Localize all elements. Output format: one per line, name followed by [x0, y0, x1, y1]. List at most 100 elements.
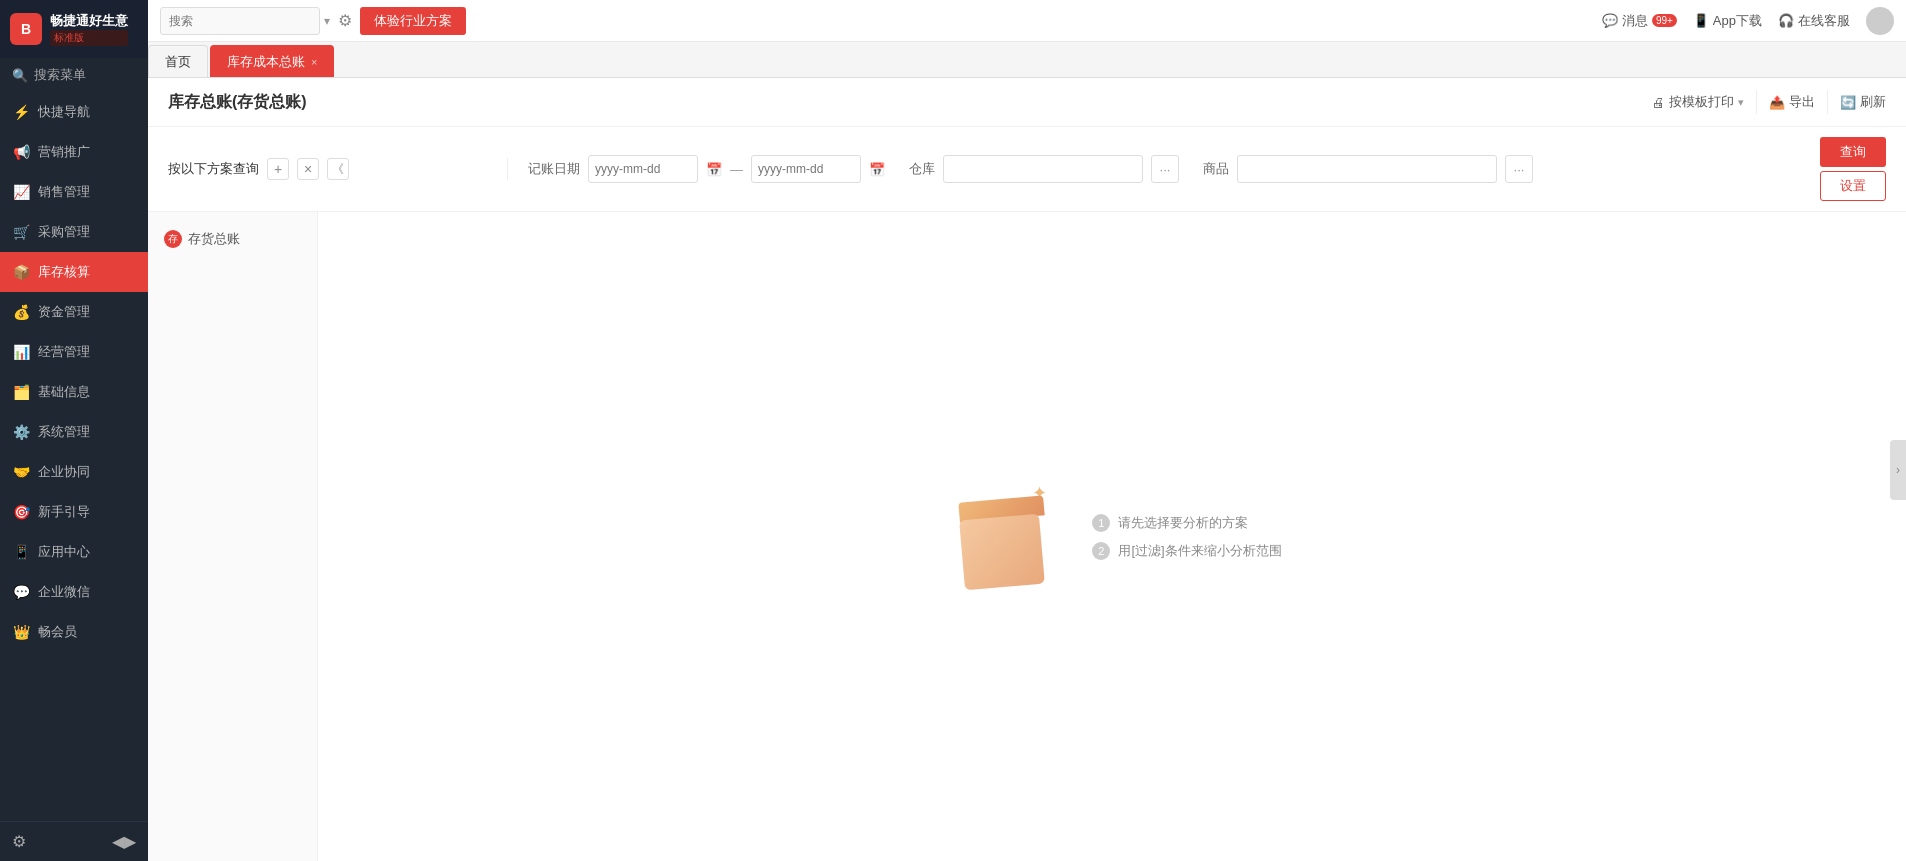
topbar-search-area: ▾: [160, 7, 330, 35]
sidebar-item-label: 库存核算: [38, 263, 90, 281]
sidebar-item-inventory[interactable]: 📦 库存核算: [0, 252, 148, 292]
scheme-sidebar: 存 存货总账: [148, 212, 318, 861]
query-button[interactable]: 查询: [1820, 137, 1886, 167]
sidebar-item-label: 经营管理: [38, 343, 90, 361]
sidebar-item-label: 应用中心: [38, 543, 90, 561]
sidebar-item-label: 系统管理: [38, 423, 90, 441]
date-end-input[interactable]: [751, 155, 861, 183]
filter-collapse-button[interactable]: 《: [327, 158, 349, 180]
page-title: 库存总账(存货总账): [168, 92, 307, 113]
sidebar-item-label: 畅会员: [38, 623, 77, 641]
goods-label: 商品: [1203, 160, 1229, 178]
collapse-icon[interactable]: ◀▶: [112, 832, 136, 851]
sidebar-item-wechat[interactable]: 💬 企业微信: [0, 572, 148, 612]
scheme-panel: 存 存货总账 ✦ 1 请先选择要分析的方案 2: [148, 212, 1906, 861]
print-button[interactable]: 🖨 按模板打印 ▾: [1652, 93, 1744, 111]
date-end-calendar-icon[interactable]: 📅: [869, 162, 885, 177]
export-button[interactable]: 📤 导出: [1769, 93, 1815, 111]
chevron-down-icon[interactable]: ▾: [324, 14, 330, 28]
sidebar-item-appstore[interactable]: 📱 应用中心: [0, 532, 148, 572]
page-area: 库存总账(存货总账) 🖨 按模板打印 ▾ 📤 导出 🔄 刷新: [148, 78, 1906, 861]
page-header: 库存总账(存货总账) 🖨 按模板打印 ▾ 📤 导出 🔄 刷新: [148, 78, 1906, 127]
corp-icon: 🤝: [12, 463, 30, 481]
box-shape: [959, 513, 1045, 590]
sidebar-item-corp[interactable]: 🤝 企业协同: [0, 452, 148, 492]
empty-step-1: 1 请先选择要分析的方案: [1092, 514, 1281, 532]
topbar-search-input[interactable]: [160, 7, 320, 35]
print-icon: 🖨: [1652, 95, 1665, 110]
sidebar-search-label: 搜索菜单: [34, 66, 86, 84]
system-icon: ⚙️: [12, 423, 30, 441]
sidebar-item-guide[interactable]: 🎯 新手引导: [0, 492, 148, 532]
settings-button[interactable]: 设置: [1820, 171, 1886, 201]
topbar-settings-icon[interactable]: ⚙: [338, 11, 352, 30]
filter-label: 按以下方案查询: [168, 160, 259, 178]
settings-icon[interactable]: ⚙: [12, 832, 26, 851]
tab-home[interactable]: 首页: [148, 45, 208, 77]
export-icon: 📤: [1769, 95, 1785, 110]
refresh-button[interactable]: 🔄 刷新: [1840, 93, 1886, 111]
headset-icon: 🎧: [1778, 13, 1794, 28]
logo-icon: B: [10, 13, 42, 45]
topbar: ▾ ⚙ 体验行业方案 💬 消息 99+ 📱 App下载 🎧 在线客服: [148, 0, 1906, 42]
sidebar-item-label: 基础信息: [38, 383, 90, 401]
goods-input[interactable]: [1237, 155, 1497, 183]
inventory-icon: 📦: [12, 263, 30, 281]
sidebar: B 畅捷通好生意 标准版 🔍 搜索菜单 ⚡ 快捷导航 📢 营销推广 📈 销售管理…: [0, 0, 148, 861]
date-field-label: 记账日期: [528, 160, 580, 178]
date-start-input[interactable]: [588, 155, 698, 183]
sidebar-item-purchase[interactable]: 🛒 采购管理: [0, 212, 148, 252]
filter-bar: 按以下方案查询 + × 《 记账日期 📅 — 📅 仓库 ··· 商品 ···: [148, 127, 1906, 212]
industry-solution-button[interactable]: 体验行业方案: [360, 7, 466, 35]
refresh-label: 刷新: [1860, 93, 1886, 111]
message-icon: 💬: [1602, 13, 1618, 28]
scheme-item-inventory-total[interactable]: 存 存货总账: [148, 222, 317, 256]
right-panel-toggle[interactable]: ›: [1890, 440, 1906, 500]
filter-right: 记账日期 📅 — 📅 仓库 ··· 商品 ··· 查询 设置: [508, 137, 1906, 201]
warehouse-input[interactable]: [943, 155, 1143, 183]
sidebar-item-finance[interactable]: 💰 资金管理: [0, 292, 148, 332]
tab-inventory-ledger[interactable]: 库存成本总账 ×: [210, 45, 334, 77]
filter-add-button[interactable]: +: [267, 158, 289, 180]
sidebar-item-operation[interactable]: 📊 经营管理: [0, 332, 148, 372]
filter-remove-button[interactable]: ×: [297, 158, 319, 180]
sidebar-logo: B 畅捷通好生意 标准版: [0, 0, 148, 58]
filter-left: 按以下方案查询 + × 《: [168, 158, 508, 180]
appstore-icon: 📱: [12, 543, 30, 561]
warehouse-label: 仓库: [909, 160, 935, 178]
messages-button[interactable]: 💬 消息 99+: [1602, 12, 1677, 30]
empty-step-2: 2 用[过滤]条件来缩小分析范围: [1092, 542, 1281, 560]
sidebar-item-quick-nav[interactable]: ⚡ 快捷导航: [0, 92, 148, 132]
messages-label: 消息: [1622, 12, 1648, 30]
app-download-button[interactable]: 📱 App下载: [1693, 12, 1762, 30]
sidebar-item-vip[interactable]: 👑 畅会员: [0, 612, 148, 652]
filter-right-actions: 查询 设置: [1820, 137, 1906, 201]
finance-icon: 💰: [12, 303, 30, 321]
sidebar-item-system[interactable]: ⚙️ 系统管理: [0, 412, 148, 452]
scheme-item-label: 存货总账: [188, 230, 240, 248]
brand-name: 畅捷通好生意: [50, 12, 128, 30]
sidebar-item-label: 新手引导: [38, 503, 90, 521]
tab-inventory-ledger-label: 库存成本总账: [227, 53, 305, 71]
warehouse-more-button[interactable]: ···: [1151, 155, 1179, 183]
date-start-calendar-icon[interactable]: 📅: [706, 162, 722, 177]
marketing-icon: 📢: [12, 143, 30, 161]
user-avatar[interactable]: [1866, 7, 1894, 35]
search-icon: 🔍: [12, 68, 28, 83]
step-2-number: 2: [1092, 542, 1110, 560]
sidebar-item-basic[interactable]: 🗂️ 基础信息: [0, 372, 148, 412]
online-support-button[interactable]: 🎧 在线客服: [1778, 12, 1850, 30]
sidebar-item-label: 采购管理: [38, 223, 90, 241]
logo-text: 畅捷通好生意 标准版: [50, 12, 128, 46]
sidebar-item-label: 企业微信: [38, 583, 90, 601]
sidebar-item-sales[interactable]: 📈 销售管理: [0, 172, 148, 212]
sidebar-item-label: 资金管理: [38, 303, 90, 321]
tab-bar: 首页 库存成本总账 ×: [148, 42, 1906, 78]
sidebar-search[interactable]: 🔍 搜索菜单: [0, 58, 148, 92]
goods-more-button[interactable]: ···: [1505, 155, 1533, 183]
operation-icon: 📊: [12, 343, 30, 361]
close-icon[interactable]: ×: [311, 56, 317, 68]
empty-illustration: ✦: [942, 477, 1062, 597]
print-chevron-icon: ▾: [1738, 96, 1744, 109]
sidebar-item-marketing[interactable]: 📢 营销推广: [0, 132, 148, 172]
